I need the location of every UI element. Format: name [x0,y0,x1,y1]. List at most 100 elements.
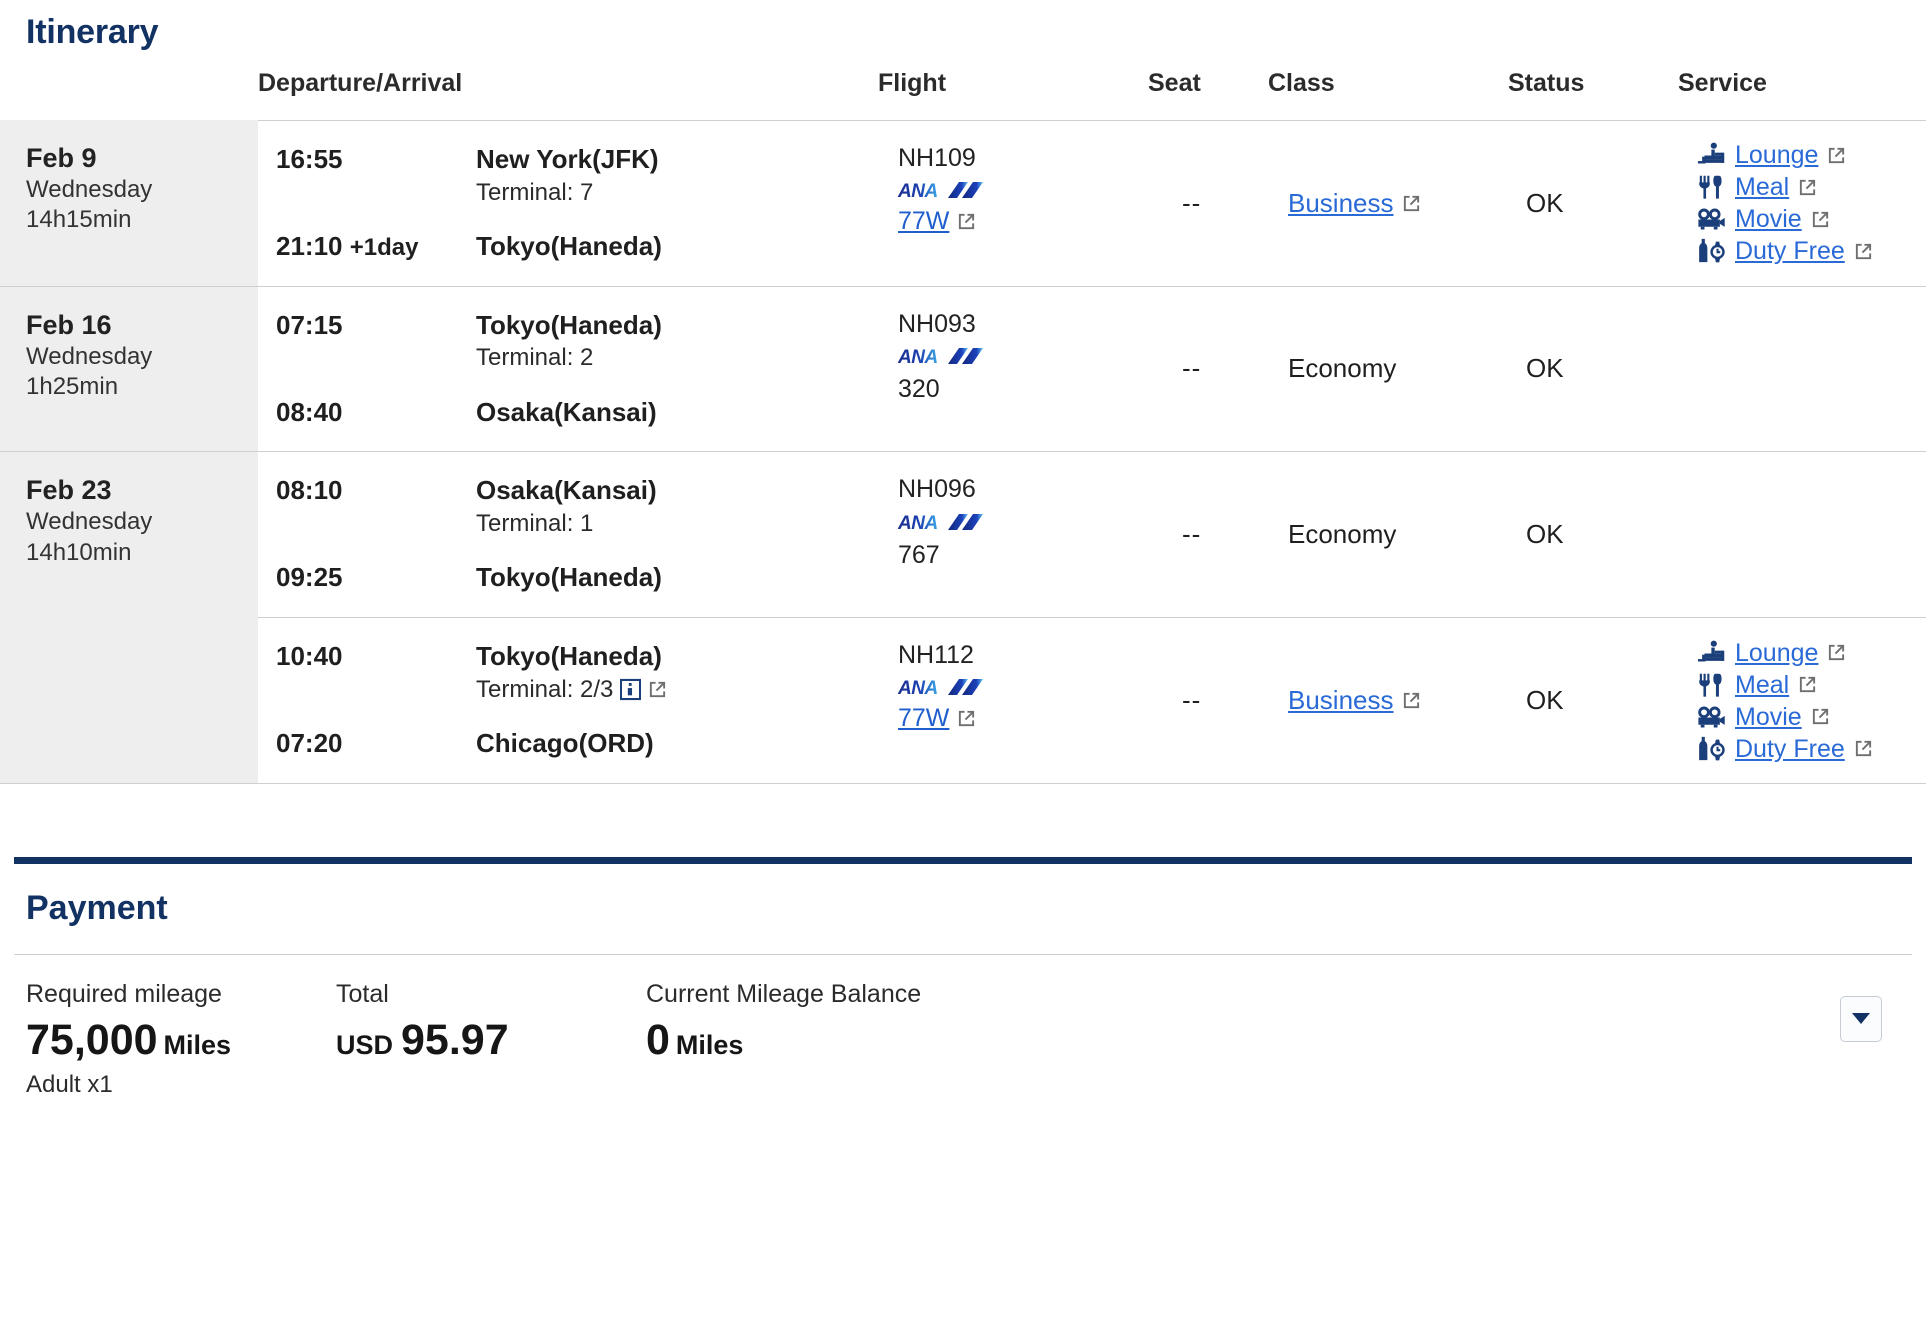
required-mileage-unit: Miles [163,1029,232,1060]
departure-arrival-cell: 16:55 New York(JFK) Terminal: 7 21:10 +1day… [258,119,878,287]
mileage-balance-label: Current Mileage Balance [646,979,922,1008]
service-link[interactable]: Meal [1735,173,1789,201]
departure-terminal-label: Terminal: 1 [476,510,594,538]
column-header-service: Service [1678,68,1767,97]
segment-weekday: Wednesday [26,176,153,204]
payment-section-divider [14,856,1912,864]
aircraft-type-link[interactable]: 77W [898,207,949,236]
aircraft-type-link[interactable]: 77W [898,704,949,733]
total-value-row: USD 95.97 [336,1015,646,1064]
cabin-class: Economy [1288,519,1397,550]
mileage-balance-amount: 0 [646,1015,670,1064]
service-link[interactable]: Lounge [1735,639,1818,667]
service-link[interactable]: Duty Free [1735,735,1845,763]
segment-date: Feb 16 [26,309,112,340]
column-header-flight: Flight [878,68,947,97]
svg-text:ANA: ANA [898,347,938,368]
segment-date-cell: Feb 16 Wednesday 1h25min [0,285,258,452]
flight-cell: NH096 ANA 767 [878,451,1148,618]
class-cell: Economy [1268,451,1508,618]
ana-logo: ANA [898,181,983,202]
departure-terminal-label: Terminal: 2/3 [476,675,614,703]
external-link-icon [959,711,975,727]
meal-icon [1699,673,1722,697]
duty-free-icon [1699,736,1725,760]
segment-date: Feb 9 [26,143,97,174]
status-cell: OK [1508,285,1678,452]
departure-time: 16:55 [276,143,343,174]
itinerary-table-bottom-rule [0,782,1926,784]
arrival-airport: Chicago(ORD) [476,728,654,759]
departure-airport: New York(JFK) [476,143,659,174]
flight-number: NH112 [898,641,974,670]
class-cell: Business [1268,617,1508,783]
service-item: Lounge [1696,639,1925,667]
total-label: Total [336,979,389,1008]
itinerary-segment-row: Feb 9 Wednesday 14h15min 16:55 New York(JFK)… [0,119,1926,287]
service-link[interactable]: Movie [1735,703,1802,731]
external-link-icon [1812,708,1828,725]
segment-date-cell: Feb 23 Wednesday 14h10min [0,451,258,783]
total-block: Total USD 95.97 [336,979,646,1099]
external-link-icon [1812,211,1828,227]
arrival-airport: Tokyo(Haneda) [476,230,662,261]
column-header-departure-arrival: Departure/Arrival [258,68,463,97]
cabin-class-link[interactable]: Business [1288,188,1394,219]
status-cell: OK [1508,451,1678,618]
external-link-icon [1403,195,1419,211]
flight-number: NH096 [898,475,976,504]
external-link-icon [1829,644,1845,661]
mileage-balance-unit: Miles [675,1029,744,1060]
status-cell: OK [1508,119,1678,287]
itinerary-header-row: Departure/Arrival Flight Seat Class Stat… [0,69,1926,121]
column-header-date [0,69,258,121]
expand-dropdown-button[interactable] [1840,995,1882,1042]
itinerary-title: Itinerary [26,13,159,51]
arrival-airport: Tokyo(Haneda) [476,562,662,593]
column-header-status: Status [1508,68,1585,97]
departure-airport: Osaka(Kansai) [476,475,657,506]
external-link-icon [959,213,975,230]
service-cell [1678,285,1926,452]
total-amount: 95.97 [401,1015,509,1064]
class-cell: Business [1268,119,1508,287]
chevron-down-icon [1852,1013,1870,1025]
segment-weekday: Wednesday [26,342,153,370]
seat-cell: -- [1148,119,1268,287]
column-header-seat: Seat [1148,68,1201,97]
cabin-class: Economy [1288,353,1397,384]
departure-terminal: Terminal: 2/3 [476,674,667,705]
service-link[interactable]: Movie [1735,205,1802,233]
service-item: Meal [1696,671,1925,699]
svg-text:ANA: ANA [898,513,938,534]
departure-time: 10:40 [276,641,343,672]
departure-terminal: Terminal: 1 [476,508,593,539]
external-link-icon [1855,243,1871,259]
ana-logo: ANA [898,347,983,368]
service-item: Duty Free [1696,237,1914,265]
departure-airport: Tokyo(Haneda) [476,641,662,672]
service-link[interactable]: Meal [1735,671,1789,699]
arrival-time: 21:10 +1day [276,230,419,261]
service-link[interactable]: Duty Free [1735,237,1845,265]
aircraft-type: 767 [898,540,940,569]
svg-text:ANA: ANA [898,678,938,699]
departure-terminal: Terminal: 2 [476,342,593,373]
flight-cell: NH093 ANA 320 [878,285,1148,452]
info-icon[interactable] [620,678,642,701]
aircraft-type: 320 [898,374,940,403]
itinerary-segment-row: 10:40 Tokyo(Haneda) Terminal: 2/3 07:20 Chic… [0,617,1926,783]
movie-icon [1698,208,1725,230]
cabin-class-link[interactable]: Business [1288,685,1394,716]
ana-logo: ANA [898,513,983,534]
itinerary-table: Departure/Arrival Flight Seat Class Stat… [0,69,1926,783]
segment-weekday: Wednesday [26,508,153,536]
departure-terminal: Terminal: 7 [476,177,593,208]
departure-terminal-label: Terminal: 7 [476,178,594,206]
movie-icon [1698,706,1725,728]
required-mileage-block: Required mileage 75,000 Miles Adult x1 [26,979,336,1099]
lounge-icon [1697,640,1725,662]
service-link[interactable]: Lounge [1735,141,1818,169]
external-link-icon [1800,179,1816,195]
departure-terminal-label: Terminal: 2 [476,344,594,372]
